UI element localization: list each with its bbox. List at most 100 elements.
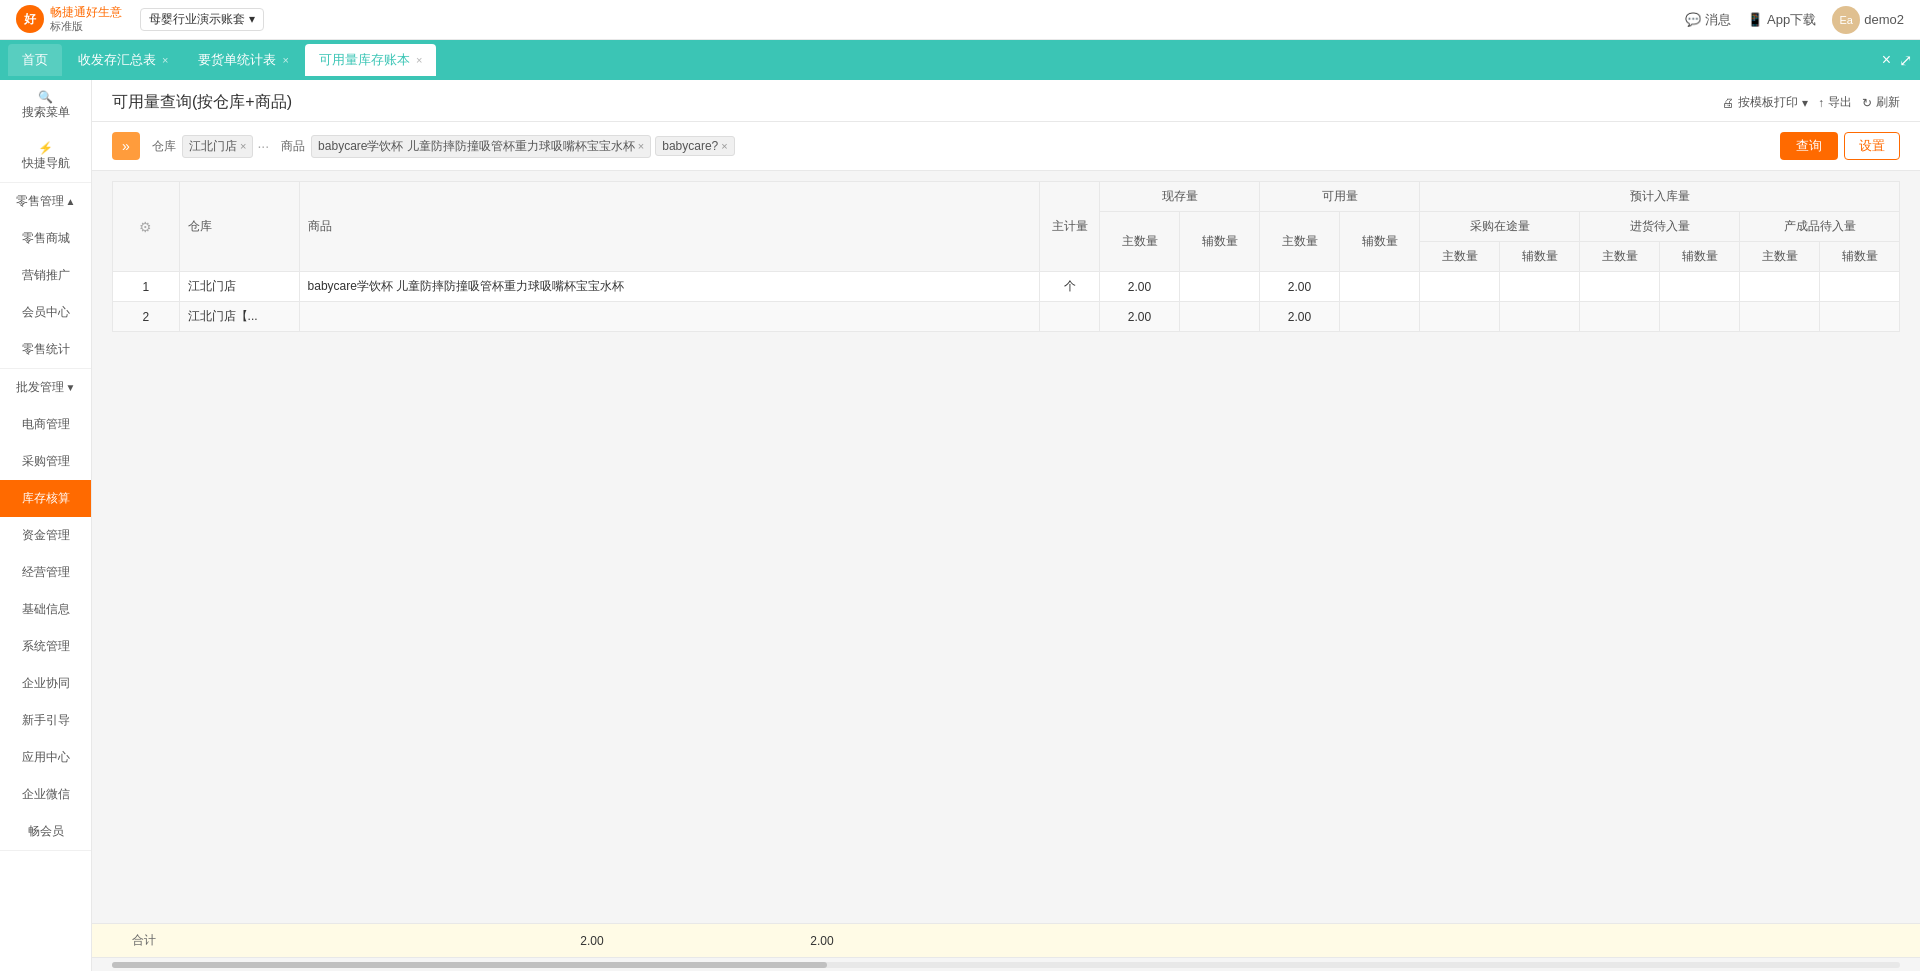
- sidebar-item-ecom[interactable]: 电商管理: [0, 406, 91, 443]
- filter-actions: 查询 设置: [1780, 132, 1900, 160]
- td-current-main-1: 2.00: [1100, 272, 1180, 302]
- sidebar-item-enterprise-wechat-label: 企业微信: [22, 787, 70, 801]
- sidebar-search[interactable]: 🔍 搜索菜单: [0, 80, 91, 131]
- tab-receive-close[interactable]: ×: [162, 54, 168, 66]
- filter-toggle-btn[interactable]: »: [112, 132, 140, 160]
- td-pur-aux-1: [1500, 272, 1580, 302]
- sidebar-item-ops[interactable]: 经营管理: [0, 554, 91, 591]
- sidebar-quick-nav[interactable]: ⚡ 快捷导航: [0, 131, 91, 182]
- sidebar-item-marketing[interactable]: 营销推广: [0, 257, 91, 294]
- sidebar-item-app-center[interactable]: 应用中心: [0, 739, 91, 776]
- th-pur-aux: 辅数量: [1500, 242, 1580, 272]
- query-btn[interactable]: 查询: [1780, 132, 1838, 160]
- th-finished-main: 主数量: [1740, 242, 1820, 272]
- double-arrow-icon: »: [122, 138, 130, 154]
- th-available: 可用量: [1260, 182, 1420, 212]
- td-pur-main-2: [1420, 302, 1500, 332]
- export-btn[interactable]: ↑ 导出: [1818, 94, 1852, 111]
- phone-icon: 📱: [1747, 12, 1763, 27]
- sidebar-item-retail-stats-label: 零售统计: [22, 342, 70, 356]
- tab-order-stats-close[interactable]: ×: [282, 54, 288, 66]
- logo-texts: 畅捷通好生意 标准版: [50, 5, 122, 34]
- account-selector-label: 母婴行业演示账套: [149, 11, 245, 28]
- sidebar-item-finance[interactable]: 资金管理: [0, 517, 91, 554]
- sidebar-item-enterprise-wechat[interactable]: 企业微信: [0, 776, 91, 813]
- sidebar-item-sys[interactable]: 系统管理: [0, 628, 91, 665]
- th-warehouse: 仓库: [179, 182, 299, 272]
- refresh-label: 刷新: [1876, 94, 1900, 111]
- footer-available-main: 2.00: [782, 934, 862, 948]
- avatar-initial: Ea: [1840, 14, 1853, 26]
- wholesale-arrow-icon: ▼: [66, 382, 76, 393]
- td-product-1: babycare学饮杯 儿童防摔防撞吸管杯重力球吸嘴杯宝宝水杯: [299, 272, 1039, 302]
- quick-nav-icon: ⚡: [38, 141, 53, 155]
- td-pur-main-1: [1420, 272, 1500, 302]
- settings-btn[interactable]: 设置: [1844, 132, 1900, 160]
- header-actions: 🖨 按模板打印 ▾ ↑ 导出 ↻ 刷新: [1722, 94, 1900, 111]
- tab-receive[interactable]: 收发存汇总表 ×: [64, 44, 182, 76]
- refresh-btn[interactable]: ↻ 刷新: [1862, 94, 1900, 111]
- tab-available-stock-close[interactable]: ×: [416, 54, 422, 66]
- app-download-btn[interactable]: 📱 App下载: [1747, 11, 1816, 29]
- sidebar-item-basic-info[interactable]: 基础信息: [0, 591, 91, 628]
- table-row: 2 江北门店【... 2.00 2.00: [113, 302, 1900, 332]
- export-icon: ↑: [1818, 96, 1824, 110]
- tab-order-stats[interactable]: 要货单统计表 ×: [184, 44, 302, 76]
- sidebar-item-wholesale[interactable]: 批发管理 ▼: [0, 369, 91, 406]
- settings-icon[interactable]: ⚙: [139, 219, 152, 235]
- product-label: 商品: [281, 138, 305, 155]
- tab-home-label: 首页: [22, 51, 48, 69]
- account-selector[interactable]: 母婴行业演示账套 ▾: [140, 8, 264, 31]
- td-warehouse-1: 江北门店: [179, 272, 299, 302]
- nav-tabs: 首页 收发存汇总表 × 要货单统计表 × 可用量库存账本 × × ⤢: [0, 40, 1920, 80]
- sidebar-item-purchase[interactable]: 采购管理: [0, 443, 91, 480]
- td-inb-main-2: [1580, 302, 1660, 332]
- product-tag2-close[interactable]: ×: [721, 140, 727, 152]
- logo-icon: 好: [16, 5, 44, 33]
- user-menu[interactable]: Ea demo2: [1832, 6, 1904, 34]
- warehouse-tag-close[interactable]: ×: [240, 140, 246, 152]
- tab-home[interactable]: 首页: [8, 44, 62, 76]
- td-fin-aux-1: [1820, 272, 1900, 302]
- sidebar-item-stock[interactable]: 库存核算: [0, 480, 91, 517]
- sidebar-item-new-guide[interactable]: 新手引导: [0, 702, 91, 739]
- th-inbound-main: 主数量: [1580, 242, 1660, 272]
- th-settings[interactable]: ⚙: [113, 182, 180, 272]
- sidebar-item-member[interactable]: 会员中心: [0, 294, 91, 331]
- sidebar-item-sys-label: 系统管理: [22, 639, 70, 653]
- warehouse-ellipsis[interactable]: ···: [257, 138, 269, 154]
- filter-bar: » 仓库 江北门店 × ··· 商品 babycare学饮杯 儿童防摔防撞吸管杯…: [92, 122, 1920, 171]
- td-fin-main-1: [1740, 272, 1820, 302]
- print-template-btn[interactable]: 🖨 按模板打印 ▾: [1722, 94, 1808, 111]
- tab-receive-label: 收发存汇总表: [78, 51, 156, 69]
- product-tag-close[interactable]: ×: [638, 140, 644, 152]
- th-current-aux: 辅数量: [1180, 212, 1260, 272]
- sidebar-item-retail-stats[interactable]: 零售统计: [0, 331, 91, 368]
- sidebar-item-retail-mall-label: 零售商城: [22, 231, 70, 245]
- th-pur-main: 主数量: [1420, 242, 1500, 272]
- td-fin-main-2: [1740, 302, 1820, 332]
- filter-warehouse-group: 仓库 江北门店 × ···: [152, 135, 269, 158]
- sidebar-item-stock-label: 库存核算: [22, 491, 70, 505]
- tab-available-stock[interactable]: 可用量库存账本 ×: [305, 44, 436, 76]
- sidebar-item-retail-mgmt[interactable]: 零售管理 ▲: [0, 183, 91, 220]
- product-tag-babycare2: babycare? ×: [655, 136, 734, 156]
- td-pur-aux-2: [1500, 302, 1580, 332]
- messages-btn[interactable]: 💬 消息: [1685, 11, 1731, 29]
- expand-icon[interactable]: ⤢: [1899, 51, 1912, 70]
- scroll-thumb[interactable]: [112, 962, 827, 968]
- sidebar-retail-section: 零售管理 ▲ 零售商城 营销推广 会员中心 零售统计: [0, 183, 91, 369]
- close-all-tabs-btn[interactable]: ×: [1882, 51, 1891, 69]
- td-current-aux-2: [1180, 302, 1260, 332]
- logo-sub: 标准版: [50, 19, 122, 34]
- th-main-unit: 主计量: [1040, 182, 1100, 272]
- sidebar-item-retail-mall[interactable]: 零售商城: [0, 220, 91, 257]
- th-inbound-pending: 进货待入量: [1580, 212, 1740, 242]
- sidebar-item-vip[interactable]: 畅会员: [0, 813, 91, 850]
- print-chevron-icon: ▾: [1802, 96, 1808, 110]
- user-label: demo2: [1864, 12, 1904, 27]
- page-title: 可用量查询(按仓库+商品): [112, 92, 292, 113]
- sidebar-quick-nav-label: 快捷导航: [22, 156, 70, 170]
- sidebar-item-enterprise-collab[interactable]: 企业协同: [0, 665, 91, 702]
- scroll-track[interactable]: [112, 962, 1900, 968]
